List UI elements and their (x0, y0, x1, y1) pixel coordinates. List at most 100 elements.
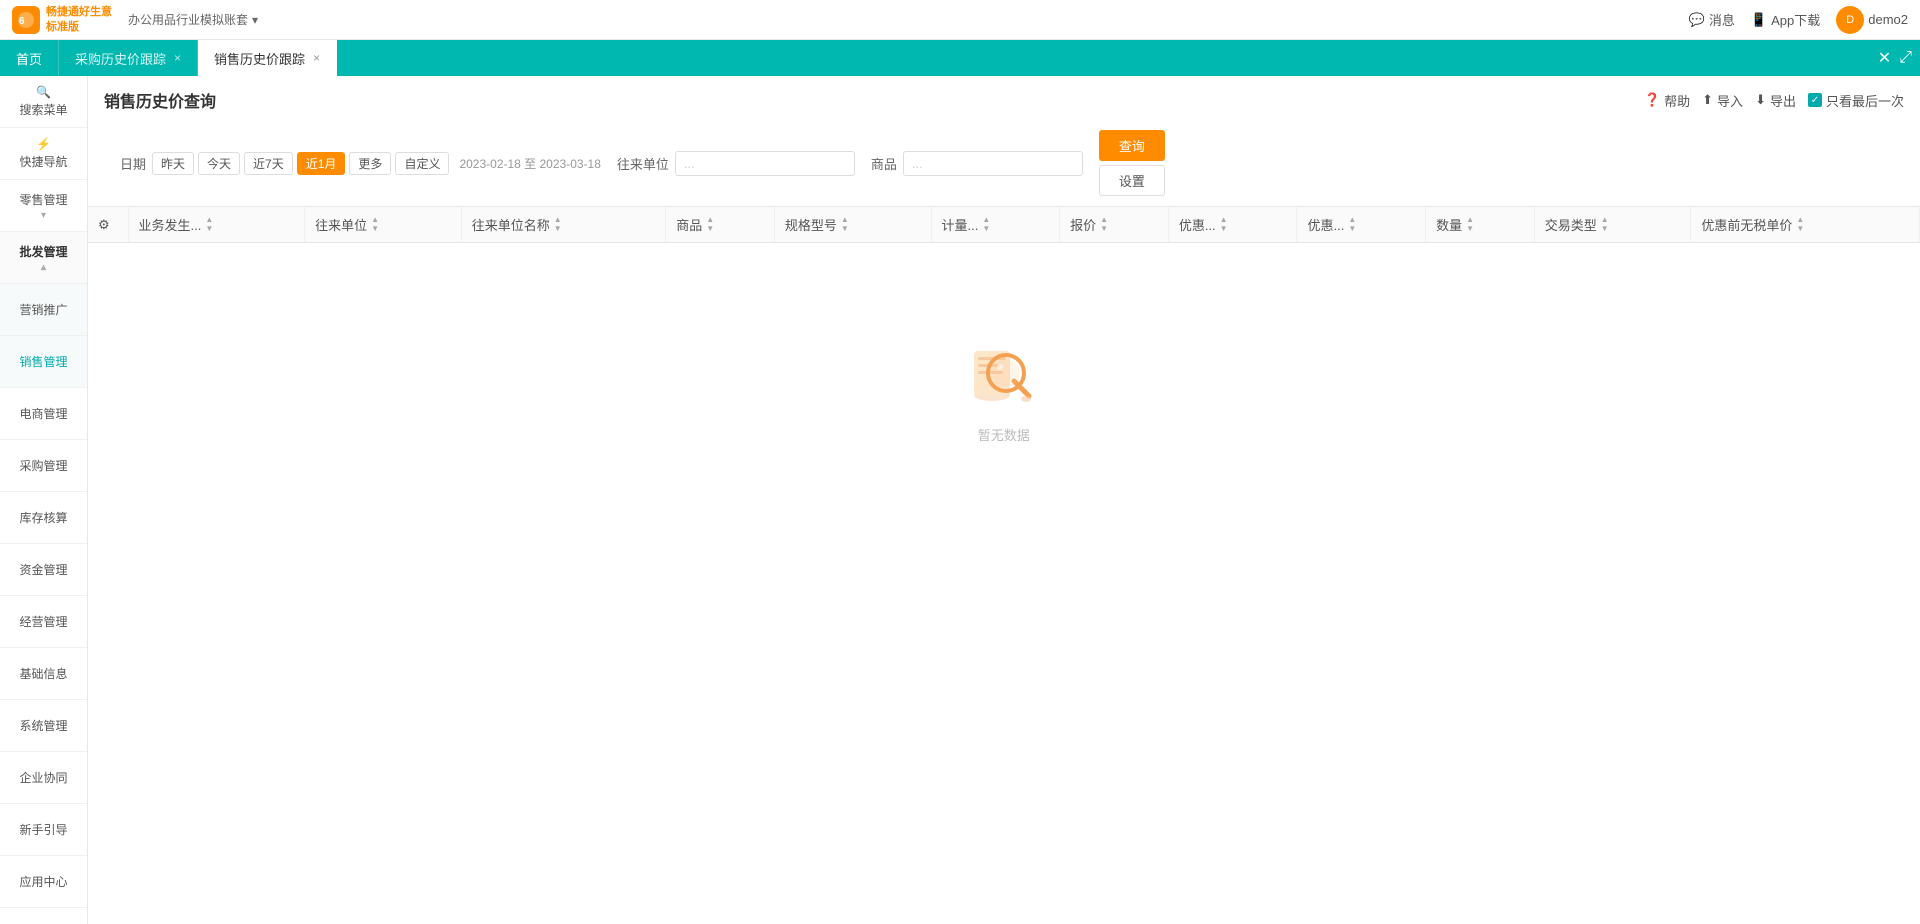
page-title-row: 销售历史价查询 ❓ 帮助 ⬆ 导入 ⬇ 导出 (104, 88, 1904, 112)
table-wrapper: ⚙ 业务发生... ▲▼ 往来单位 ▲▼ (88, 207, 1920, 924)
table-header: ⚙ 业务发生... ▲▼ 往来单位 ▲▼ (88, 207, 1920, 243)
col-spec[interactable]: 规格型号 ▲▼ (774, 207, 931, 243)
partner-label: 往来单位 (617, 154, 669, 173)
sidebar-item-app-center[interactable]: 应用中心 (0, 856, 87, 908)
empty-state: 暂无数据 (88, 243, 1920, 524)
help-btn[interactable]: ❓ 帮助 (1644, 91, 1690, 110)
sidebar-item-marketing[interactable]: 营销推广 (0, 284, 87, 336)
product-input[interactable]: ... (903, 151, 1083, 176)
product-label: 商品 (871, 154, 897, 173)
date-btn-1month[interactable]: 近1月 (297, 152, 346, 175)
sidebar-item-basic-info[interactable]: 基础信息 (0, 648, 87, 700)
expand-btn[interactable]: ⤢ (1899, 49, 1912, 67)
col-pre-tax-price[interactable]: 优惠前无税单价 ▲▼ (1691, 207, 1920, 243)
sidebar-item-sales-mgmt[interactable]: 销售管理 (0, 336, 87, 388)
sidebar-item-wholesale-mgmt[interactable]: 批发管理 ▴ (0, 232, 87, 284)
page-header: 销售历史价查询 ❓ 帮助 ⬆ 导入 ⬇ 导出 (88, 76, 1920, 207)
chevron-up-icon: ▴ (41, 262, 46, 273)
sidebar: 🔍 搜索菜单 ⚡ 快捷导航 零售管理 ▾ 批发管理 ▴ 营销推广 销售管理 电商… (0, 76, 88, 924)
date-btn-yesterday[interactable]: 昨天 (152, 152, 194, 175)
col-discount-rate[interactable]: 优惠... ▲▼ (1168, 207, 1297, 243)
col-product[interactable]: 商品 ▲▼ (666, 207, 775, 243)
sidebar-item-inventory[interactable]: 库存核算 (0, 492, 87, 544)
sidebar-item-guide[interactable]: 新手引导 (0, 804, 87, 856)
main-layout: 🔍 搜索菜单 ⚡ 快捷导航 零售管理 ▾ 批发管理 ▴ 营销推广 销售管理 电商… (0, 76, 1920, 924)
tab-purchase-history[interactable]: 采购历史价跟踪 × (59, 40, 198, 76)
date-btn-more[interactable]: 更多 (349, 152, 391, 175)
empty-text: 暂无数据 (978, 425, 1030, 444)
topbar-left: 6 畅捷通好生意 标准版 办公用品行业模拟账套 ▾ (12, 5, 266, 34)
col-qty[interactable]: 数量 ▲▼ (1426, 207, 1535, 243)
date-btn-today[interactable]: 今天 (198, 152, 240, 175)
sidebar-item-finance[interactable]: 资金管理 (0, 544, 87, 596)
import-icon: ⬆ (1702, 92, 1713, 108)
sidebar-item-retail-mgmt[interactable]: 零售管理 ▾ (0, 180, 87, 232)
gear-icon[interactable]: ⚙ (98, 217, 110, 232)
settings-button[interactable]: 设置 (1099, 165, 1165, 196)
table-body: 暂无数据 (88, 243, 1920, 525)
message-icon: 💬 (1689, 12, 1705, 28)
logo-icon: 6 (12, 6, 40, 34)
app-selector[interactable]: 办公用品行业模拟账套 ▾ (120, 11, 266, 28)
app-download-btn[interactable]: 📱 App下载 (1751, 10, 1820, 29)
data-table: ⚙ 业务发生... ▲▼ 往来单位 ▲▼ (88, 207, 1920, 524)
only-last-checkbox[interactable]: 只看最后一次 (1808, 91, 1904, 110)
sidebar-item-enterprise[interactable]: 企业协同 (0, 752, 87, 804)
help-icon: ❓ (1644, 92, 1660, 108)
date-btn-custom[interactable]: 自定义 (395, 152, 449, 175)
col-unit[interactable]: 计量... ▲▼ (931, 207, 1060, 243)
sidebar-item-purchase[interactable]: 采购管理 (0, 440, 87, 492)
topbar: 6 畅捷通好生意 标准版 办公用品行业模拟账套 ▾ 💬 消息 📱 App下载 D… (0, 0, 1920, 40)
date-buttons: 昨天 今天 近7天 近1月 更多 自定义 (152, 152, 449, 175)
sidebar-item-system[interactable]: 系统管理 (0, 700, 87, 752)
filter-actions: 查询 设置 (1099, 130, 1165, 196)
page-title: 销售历史价查询 (104, 88, 216, 112)
tab-purchase-history-close[interactable]: × (174, 51, 181, 65)
sidebar-item-wechat[interactable]: 企业微信 (0, 908, 87, 924)
phone-icon: 📱 (1751, 12, 1767, 28)
tabbar: 首页 采购历史价跟踪 × 销售历史价跟踪 × ✕ ⤢ (0, 40, 1920, 76)
product-filter-group: 商品 ... (871, 151, 1083, 176)
export-icon: ⬇ (1755, 92, 1766, 108)
content-area: 销售历史价查询 ❓ 帮助 ⬆ 导入 ⬇ 导出 (88, 76, 1920, 924)
topbar-right: 💬 消息 📱 App下载 D demo2 (1689, 6, 1908, 34)
col-partner-code[interactable]: 往来单位 ▲▼ (305, 207, 462, 243)
filter-row: 日期 昨天 今天 近7天 近1月 更多 自定义 2023-02-18 至 202… (104, 122, 1904, 206)
date-filter-group: 日期 昨天 今天 近7天 近1月 更多 自定义 2023-02-18 至 202… (120, 152, 601, 175)
user-menu[interactable]: D demo2 (1836, 6, 1908, 34)
close-all-tabs-btn[interactable]: ✕ (1878, 48, 1891, 68)
tab-sales-history[interactable]: 销售历史价跟踪 × (198, 40, 337, 76)
col-biz-date[interactable]: 业务发生... ▲▼ (128, 207, 305, 243)
chevron-down-icon: ▾ (41, 210, 46, 221)
query-button[interactable]: 查询 (1099, 130, 1165, 161)
avatar: D (1836, 6, 1864, 34)
partner-filter-group: 往来单位 ... (617, 151, 855, 176)
partner-input[interactable]: ... (675, 151, 855, 176)
col-partner-name[interactable]: 往来单位名称 ▲▼ (461, 207, 666, 243)
col-gear: ⚙ (88, 207, 128, 243)
partner-placeholder: ... (684, 156, 695, 171)
col-trade-type[interactable]: 交易类型 ▲▼ (1534, 207, 1691, 243)
tab-home[interactable]: 首页 (0, 40, 59, 76)
sidebar-item-quick-nav[interactable]: ⚡ 快捷导航 (0, 128, 87, 180)
col-quote[interactable]: 报价 ▲▼ (1060, 207, 1169, 243)
header-actions: ❓ 帮助 ⬆ 导入 ⬇ 导出 只看最后一次 (1644, 91, 1904, 110)
checkbox-icon (1808, 93, 1822, 107)
sidebar-item-ecommerce[interactable]: 电商管理 (0, 388, 87, 440)
svg-text:6: 6 (19, 16, 25, 27)
export-btn[interactable]: ⬇ 导出 (1755, 91, 1796, 110)
tabbar-actions: ✕ ⤢ (1870, 48, 1920, 68)
empty-illustration (954, 323, 1054, 413)
import-btn[interactable]: ⬆ 导入 (1702, 91, 1743, 110)
sidebar-item-search-menu[interactable]: 🔍 搜索菜单 (0, 76, 87, 128)
col-discount-amt[interactable]: 优惠... ▲▼ (1297, 207, 1426, 243)
date-btn-7days[interactable]: 近7天 (244, 152, 293, 175)
message-btn[interactable]: 💬 消息 (1689, 10, 1735, 29)
product-placeholder: ... (912, 156, 923, 171)
date-label: 日期 (120, 154, 146, 173)
sidebar-item-operations[interactable]: 经营管理 (0, 596, 87, 648)
tab-sales-history-close[interactable]: × (313, 51, 320, 65)
nav-icon: ⚡ (36, 137, 51, 151)
logo-area: 6 畅捷通好生意 标准版 (12, 5, 112, 34)
date-range-text: 2023-02-18 至 2023-03-18 (459, 155, 600, 172)
